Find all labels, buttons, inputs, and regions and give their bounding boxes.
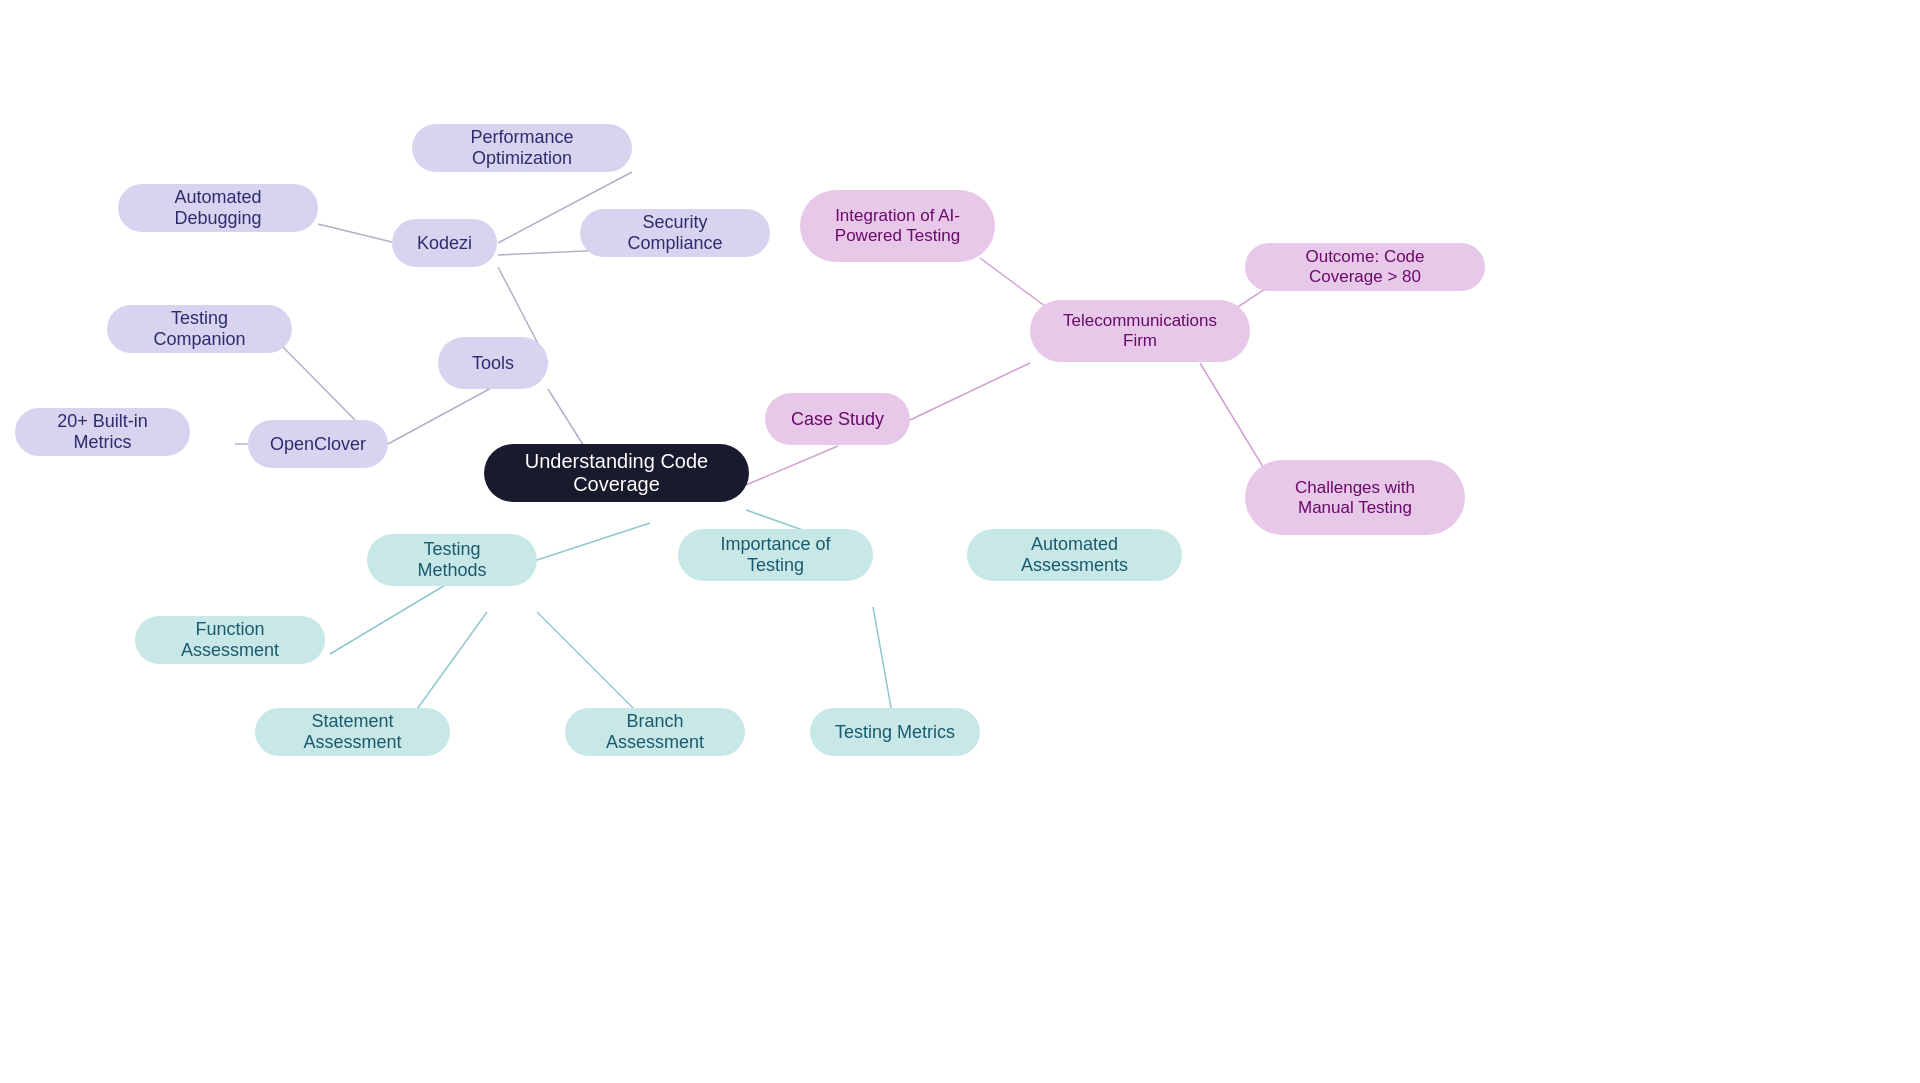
- kodezi-node: Kodezi: [392, 219, 497, 267]
- tools-node: Tools: [438, 337, 548, 389]
- performance-optimization-node: Performance Optimization: [412, 124, 632, 172]
- automated-debugging-node: Automated Debugging: [118, 184, 318, 232]
- svg-line-13: [537, 523, 650, 560]
- svg-line-2: [388, 387, 493, 444]
- testing-metrics-node: Testing Metrics: [810, 708, 980, 756]
- testing-methods-node: Testing Methods: [367, 534, 537, 586]
- svg-line-9: [910, 363, 1030, 420]
- branch-assessment-node: Branch Assessment: [565, 708, 745, 756]
- outcome-node: Outcome: Code Coverage > 80: [1245, 243, 1485, 291]
- telecom-node: Telecommunications Firm: [1030, 300, 1250, 362]
- openclover-node: OpenClover: [248, 420, 388, 468]
- ai-powered-node: Integration of AI-Powered Testing: [800, 190, 995, 262]
- central-node: Understanding Code Coverage: [484, 444, 749, 502]
- automated-assessments-node: Automated Assessments: [967, 529, 1182, 581]
- importance-testing-node: Importance of Testing: [678, 529, 873, 581]
- builtin-metrics-node: 20+ Built-in Metrics: [15, 408, 190, 456]
- svg-line-8: [746, 446, 838, 485]
- testing-companion-node: Testing Companion: [107, 305, 292, 353]
- function-assessment-node: Function Assessment: [135, 616, 325, 664]
- case-study-node: Case Study: [765, 393, 910, 445]
- statement-assessment-node: Statement Assessment: [255, 708, 450, 756]
- svg-line-6: [280, 344, 355, 420]
- security-compliance-node: Security Compliance: [580, 209, 770, 257]
- challenges-node: Challenges with Manual Testing: [1245, 460, 1465, 535]
